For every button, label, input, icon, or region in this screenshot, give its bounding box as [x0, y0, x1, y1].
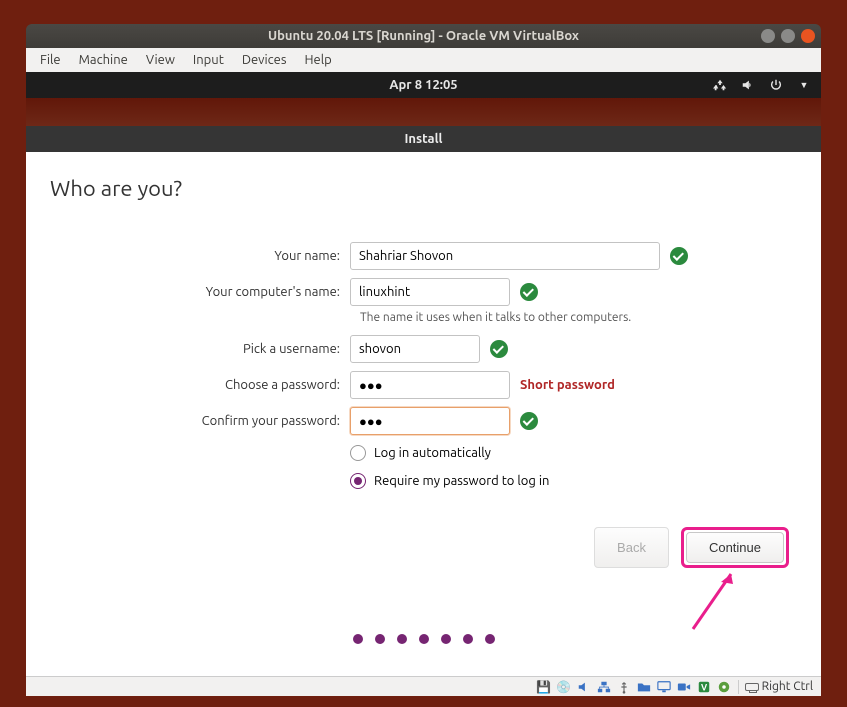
- progress-dot: [353, 634, 363, 644]
- password-input[interactable]: [350, 371, 510, 399]
- radio-label-auto: Log in automatically: [374, 446, 491, 460]
- check-icon: [670, 247, 688, 265]
- chevron-down-icon[interactable]: ▼: [797, 78, 811, 92]
- install-window-titlebar: Install: [26, 126, 821, 152]
- menu-file[interactable]: File: [32, 51, 69, 69]
- volume-icon[interactable]: [741, 78, 755, 92]
- check-icon: [520, 283, 538, 301]
- progress-dot: [375, 634, 385, 644]
- statusbar-guest-additions-icon[interactable]: [716, 679, 732, 695]
- ubuntu-top-panel: Apr 8 12:05 ▼: [26, 72, 821, 98]
- progress-dot: [463, 634, 473, 644]
- continue-button[interactable]: Continue: [686, 532, 784, 563]
- radio-icon: [350, 445, 366, 461]
- guest-display: Apr 8 12:05 ▼ Install Who are you?: [26, 72, 821, 676]
- confirm-password-input[interactable]: [350, 407, 510, 435]
- statusbar-hdd-icon[interactable]: 💾: [536, 679, 552, 695]
- computer-name-input[interactable]: [350, 278, 510, 306]
- progress-dot: [397, 634, 407, 644]
- annotation-arrow-icon: [683, 564, 743, 634]
- window-minimize-button[interactable]: [761, 29, 775, 43]
- menu-input[interactable]: Input: [185, 51, 232, 69]
- window-title: Ubuntu 20.04 LTS [Running] - Oracle VM V…: [268, 29, 579, 43]
- virtualbox-titlebar: Ubuntu 20.04 LTS [Running] - Oracle VM V…: [26, 24, 821, 48]
- statusbar-audio-icon[interactable]: [576, 679, 592, 695]
- menu-devices[interactable]: Devices: [234, 51, 295, 69]
- statusbar-usb-icon[interactable]: [616, 679, 632, 695]
- page-heading: Who are you?: [50, 176, 797, 201]
- power-icon[interactable]: [769, 78, 783, 92]
- keyboard-icon: [745, 683, 759, 691]
- statusbar-display-icon[interactable]: [656, 679, 672, 695]
- svg-text:V: V: [701, 682, 708, 692]
- statusbar-virtualization-icon[interactable]: V: [696, 679, 712, 695]
- menu-view[interactable]: View: [138, 51, 183, 69]
- progress-dot: [485, 634, 495, 644]
- label-computer-name: Your computer's name:: [50, 285, 350, 299]
- check-icon: [520, 412, 538, 430]
- radio-login-auto[interactable]: Log in automatically: [350, 442, 797, 464]
- desktop-background-strip: [26, 98, 821, 126]
- check-icon: [490, 340, 508, 358]
- window-close-button[interactable]: [801, 29, 815, 43]
- progress-dots: [353, 634, 495, 644]
- progress-dot: [441, 634, 451, 644]
- menu-help[interactable]: Help: [297, 51, 340, 69]
- username-input[interactable]: [350, 335, 480, 363]
- install-window-title: Install: [405, 132, 443, 146]
- back-button[interactable]: Back: [594, 527, 669, 568]
- continue-highlight-annotation: Continue: [681, 527, 789, 568]
- label-username: Pick a username:: [50, 342, 350, 356]
- menu-machine[interactable]: Machine: [71, 51, 136, 69]
- statusbar-shared-folder-icon[interactable]: [636, 679, 652, 695]
- statusbar-optical-icon[interactable]: 💿: [556, 679, 572, 695]
- label-confirm-password: Confirm your password:: [50, 414, 350, 428]
- radio-icon: [350, 473, 366, 489]
- window-maximize-button[interactable]: [781, 29, 795, 43]
- computer-name-hint: The name it uses when it talks to other …: [360, 311, 797, 324]
- virtualbox-menubar: File Machine View Input Devices Help: [26, 48, 821, 72]
- your-name-input[interactable]: [350, 242, 660, 270]
- statusbar-network-icon[interactable]: [596, 679, 612, 695]
- password-warning: Short password: [520, 378, 615, 392]
- radio-label-require: Require my password to log in: [374, 474, 549, 488]
- network-icon[interactable]: [713, 78, 727, 92]
- install-window-body: Who are you? Your name: Your computer's …: [26, 152, 821, 676]
- clock-label[interactable]: Apr 8 12:05: [389, 78, 457, 92]
- hostkey-label: Right Ctrl: [762, 680, 813, 693]
- label-password: Choose a password:: [50, 378, 350, 392]
- hostkey-indicator[interactable]: Right Ctrl: [745, 680, 813, 693]
- statusbar-recording-icon[interactable]: [676, 679, 692, 695]
- label-your-name: Your name:: [50, 249, 350, 263]
- progress-dot: [419, 634, 429, 644]
- virtualbox-statusbar: 💾 💿 V Right Ctrl: [26, 676, 821, 696]
- radio-require-password[interactable]: Require my password to log in: [350, 470, 797, 492]
